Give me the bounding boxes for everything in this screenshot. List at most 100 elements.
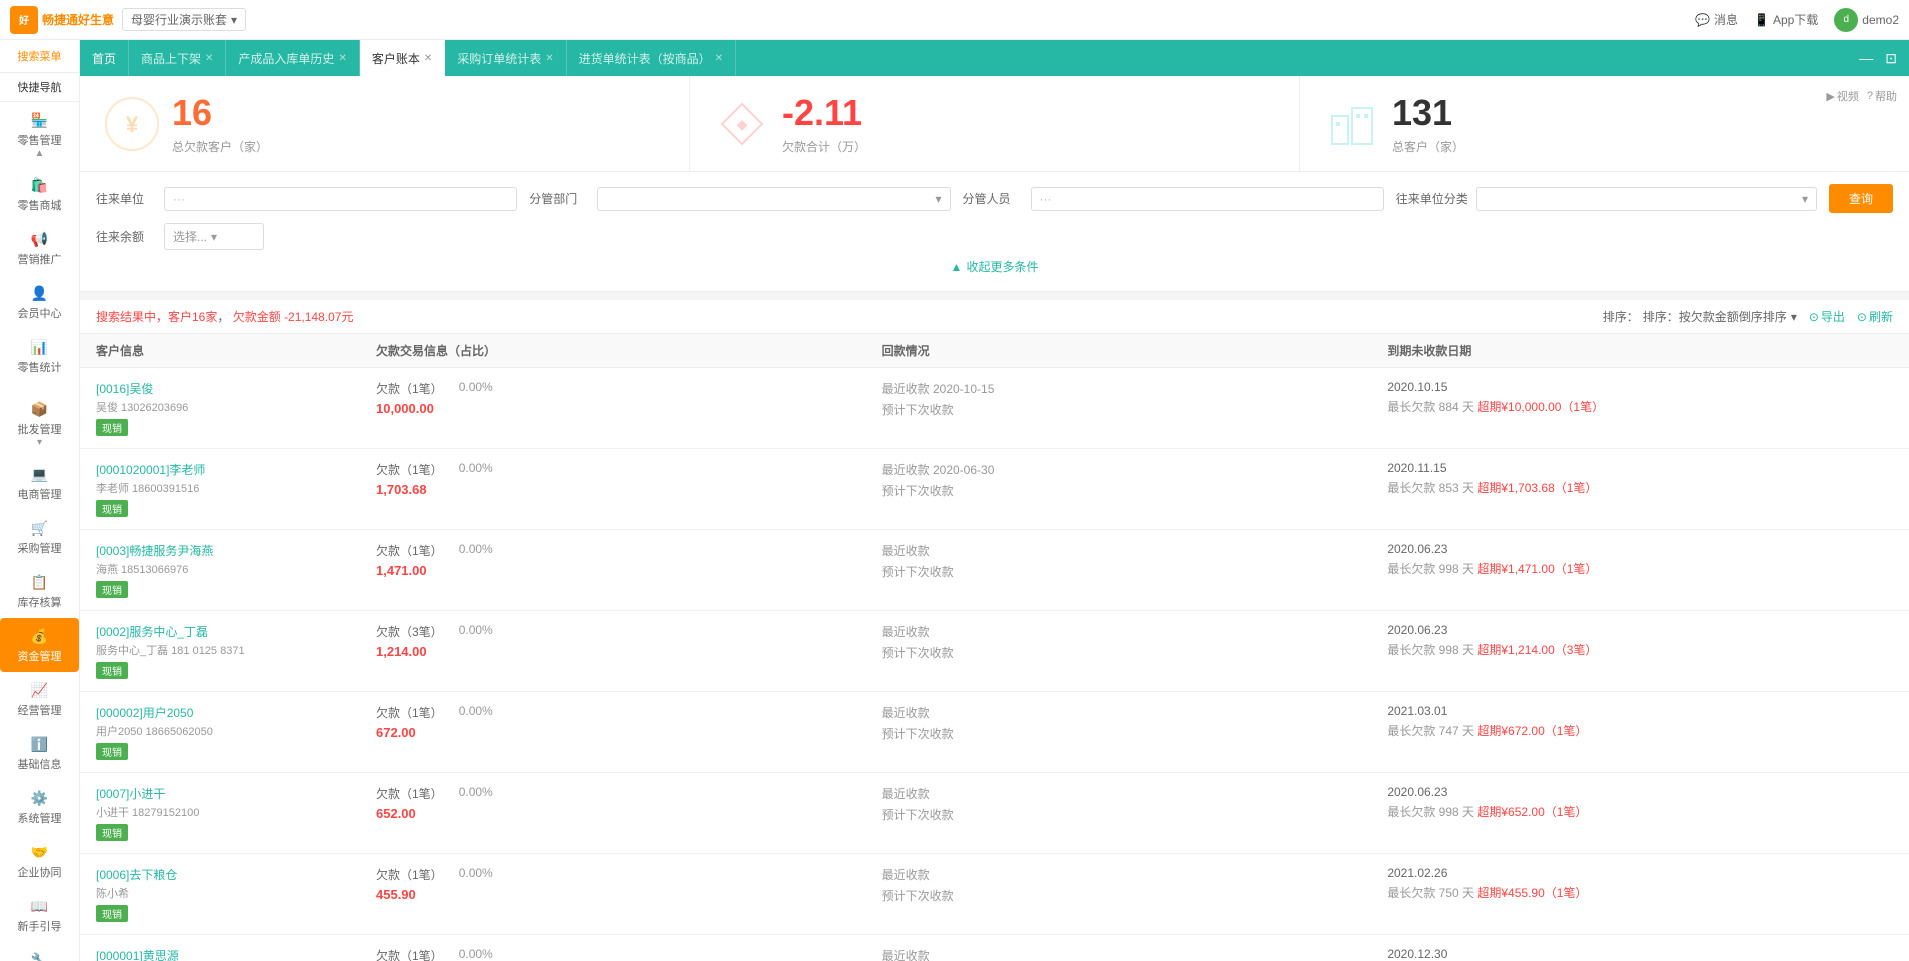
debt-amount-6[interactable]: 652.00	[376, 806, 443, 821]
user-profile[interactable]: d demo2	[1834, 8, 1899, 32]
collection-date-6: 最近收款	[882, 785, 1388, 802]
debt-percent-5: 0.00%	[459, 704, 493, 740]
sidebar-item-enterprise-collab[interactable]: 🤝 企业协同	[0, 834, 79, 888]
retail-mall-icon: 🛍️	[30, 175, 50, 195]
store-selector[interactable]: 母婴行业演示账套 ▾	[122, 8, 246, 31]
customer-tag-1: 现销	[96, 419, 128, 436]
unit-class-arrow: ▾	[1802, 192, 1808, 206]
tab-product-shelf[interactable]: 商品上下架 ✕	[129, 40, 226, 76]
sidebar-search-label: 搜索菜单	[18, 51, 62, 63]
customer-name-3[interactable]: [0003]畅捷服务尹海燕	[96, 542, 376, 559]
debt-amount-7[interactable]: 455.90	[376, 887, 443, 902]
sidebar-item-basic-info[interactable]: ℹ️ 基础信息	[0, 726, 79, 780]
person-dots: ···	[1040, 192, 1052, 206]
message-button[interactable]: 💬 消息	[1695, 11, 1738, 28]
wholesale-mgmt-arrow: ▾	[37, 437, 42, 448]
customer-name-7[interactable]: [0006]去下粮仓	[96, 866, 376, 883]
sidebar-item-ecommerce[interactable]: 💻 电商管理	[0, 456, 79, 510]
filter-collapse-row: ▲ 收起更多条件	[96, 254, 1893, 279]
results-amount-value: -21,148.07元	[284, 310, 353, 324]
video-label: 视频	[1837, 88, 1859, 104]
tab-purchase-goods[interactable]: 进货单统计表（按商品） ✕	[567, 40, 736, 76]
balance-select[interactable]: 选择... ▾	[164, 223, 264, 250]
app-download-button[interactable]: 📱 App下载	[1754, 11, 1818, 28]
debt-amount-3[interactable]: 1,471.00	[376, 563, 443, 578]
collection-date-2: 最近收款 2020-06-30	[882, 461, 1388, 478]
sidebar-item-retail-mgmt[interactable]: 🏪 零售管理 ▲	[0, 102, 79, 167]
collapse-button[interactable]: ▲ 收起更多条件	[947, 254, 1043, 279]
sidebar-item-app-center[interactable]: 🔧 应用中心	[0, 942, 79, 961]
sidebar-item-retail-stats[interactable]: 📊 零售统计	[0, 329, 79, 383]
query-button[interactable]: 查询	[1829, 184, 1893, 213]
sidebar-label-retail-stats: 零售统计	[18, 359, 62, 375]
customer-name-1[interactable]: [0016]吴俊	[96, 380, 376, 397]
customer-cell-4: [0002]服务中心_丁磊 服务中心_丁磊 181 0125 8371 现销	[96, 623, 376, 679]
customer-name-6[interactable]: [0007]小进干	[96, 785, 376, 802]
overdue-days-3: 最长欠款 998 天 超期¥1,471.00（1笔）	[1387, 560, 1893, 577]
help-btn[interactable]: ? 帮助	[1867, 88, 1897, 104]
customer-name-2[interactable]: [0001020001]李老师	[96, 461, 376, 478]
refresh-icon: ⊙	[1857, 310, 1867, 324]
debt-amount-2[interactable]: 1,703.68	[376, 482, 443, 497]
tab-purchase-summary[interactable]: 采购订单统计表 ✕	[445, 40, 566, 76]
marketing-icon: 📢	[30, 229, 50, 249]
sidebar-item-member-center[interactable]: 👤 会员中心	[0, 275, 79, 329]
sort-select[interactable]: 排序： 排序：按欠款金额倒序排序 ▾	[1603, 308, 1797, 325]
debt-amount-5[interactable]: 672.00	[376, 725, 443, 740]
overdue-date-5: 2021.03.01	[1387, 704, 1893, 718]
overdue-amount-4[interactable]: 超期¥1,214.00（3笔）	[1477, 643, 1597, 657]
tab-product-shelf-close[interactable]: ✕	[205, 53, 213, 64]
wholesale-mgmt-icon: 📦	[30, 399, 50, 419]
tab-customer-account-close[interactable]: ✕	[424, 53, 432, 64]
tab-purchase-summary-close[interactable]: ✕	[545, 53, 553, 64]
tab-purchase-goods-close[interactable]: ✕	[715, 53, 723, 64]
sidebar-item-finance[interactable]: 💰 资金管理	[0, 618, 79, 672]
sidebar-item-new-guide[interactable]: 📖 新手引导	[0, 888, 79, 942]
sidebar-item-system[interactable]: ⚙️ 系统管理	[0, 780, 79, 834]
overdue-days-text-7: 最长欠款 750 天	[1387, 886, 1474, 900]
debt-amount-1[interactable]: 10,000.00	[376, 401, 443, 416]
sidebar-search-section[interactable]: 搜索菜单	[0, 40, 79, 73]
overdue-amount-1[interactable]: 超期¥10,000.00（1笔）	[1477, 400, 1604, 414]
video-btn[interactable]: ▶ 视频	[1826, 88, 1858, 104]
tab-production-history[interactable]: 产成品入库单历史 ✕	[226, 40, 359, 76]
tab-customer-account[interactable]: 客户账本 ✕	[360, 40, 445, 76]
sidebar-item-marketing[interactable]: 📢 营销推广	[0, 221, 79, 275]
debt-amount-number: -2.11	[782, 92, 866, 134]
overdue-amount-2[interactable]: 超期¥1,703.68（1笔）	[1477, 481, 1597, 495]
tab-home[interactable]: 首页	[80, 40, 129, 76]
unit-class-select[interactable]: ▾	[1476, 187, 1817, 211]
person-input[interactable]: ···	[1031, 187, 1384, 211]
sidebar-label-business-mgmt: 经营管理	[18, 702, 62, 718]
tab-maximize-btn[interactable]: ⊡	[1881, 48, 1901, 69]
retail-mgmt-icon: 🏪	[30, 110, 50, 130]
overdue-days-2: 最长欠款 853 天 超期¥1,703.68（1笔）	[1387, 479, 1893, 496]
overdue-amount-7[interactable]: 超期¥455.90（1笔）	[1477, 886, 1587, 900]
sidebar-item-purchase-mgmt[interactable]: 🛒 采购管理	[0, 510, 79, 564]
overdue-amount-5[interactable]: 超期¥672.00（1笔）	[1477, 724, 1587, 738]
export-button[interactable]: ⊙ 导出	[1809, 308, 1845, 325]
customer-name-5[interactable]: [000002]用户2050	[96, 704, 376, 721]
from-unit-input[interactable]: ···	[164, 187, 517, 211]
customer-name-8[interactable]: [000001]黄思源	[96, 947, 376, 961]
sidebar-item-business-mgmt[interactable]: 📈 经营管理	[0, 672, 79, 726]
refresh-button[interactable]: ⊙ 刷新	[1857, 308, 1893, 325]
sidebar-label-marketing: 营销推广	[18, 251, 62, 267]
sidebar-item-inventory[interactable]: 📋 库存核算	[0, 564, 79, 618]
tab-customer-account-label: 客户账本	[372, 50, 420, 67]
dept-select[interactable]: ▾	[597, 187, 950, 211]
logo: 好 畅捷通好生意	[10, 6, 114, 34]
tab-production-history-close[interactable]: ✕	[338, 53, 346, 64]
total-customers-label: 总客户（家）	[1392, 138, 1464, 155]
debt-amount-4[interactable]: 1,214.00	[376, 644, 443, 659]
overdue-amount-6[interactable]: 超期¥652.00（1笔）	[1477, 805, 1587, 819]
sidebar-item-wholesale-mgmt[interactable]: 📦 批发管理 ▾	[0, 391, 79, 456]
debt-count-2: 欠款（1笔）	[376, 461, 443, 478]
tab-minimize-btn[interactable]: —	[1855, 48, 1877, 68]
overdue-cell-5: 2021.03.01 最长欠款 747 天 超期¥672.00（1笔）	[1387, 704, 1893, 739]
customer-name-4[interactable]: [0002]服务中心_丁磊	[96, 623, 376, 640]
overdue-amount-3[interactable]: 超期¥1,471.00（1笔）	[1477, 562, 1597, 576]
stat-card-total-customers: 131 总客户（家） ▶ 视频 ? 帮助	[1300, 76, 1909, 171]
sidebar-item-retail-mall[interactable]: 🛍️ 零售商城	[0, 167, 79, 221]
store-name: 母婴行业演示账套	[131, 11, 227, 28]
